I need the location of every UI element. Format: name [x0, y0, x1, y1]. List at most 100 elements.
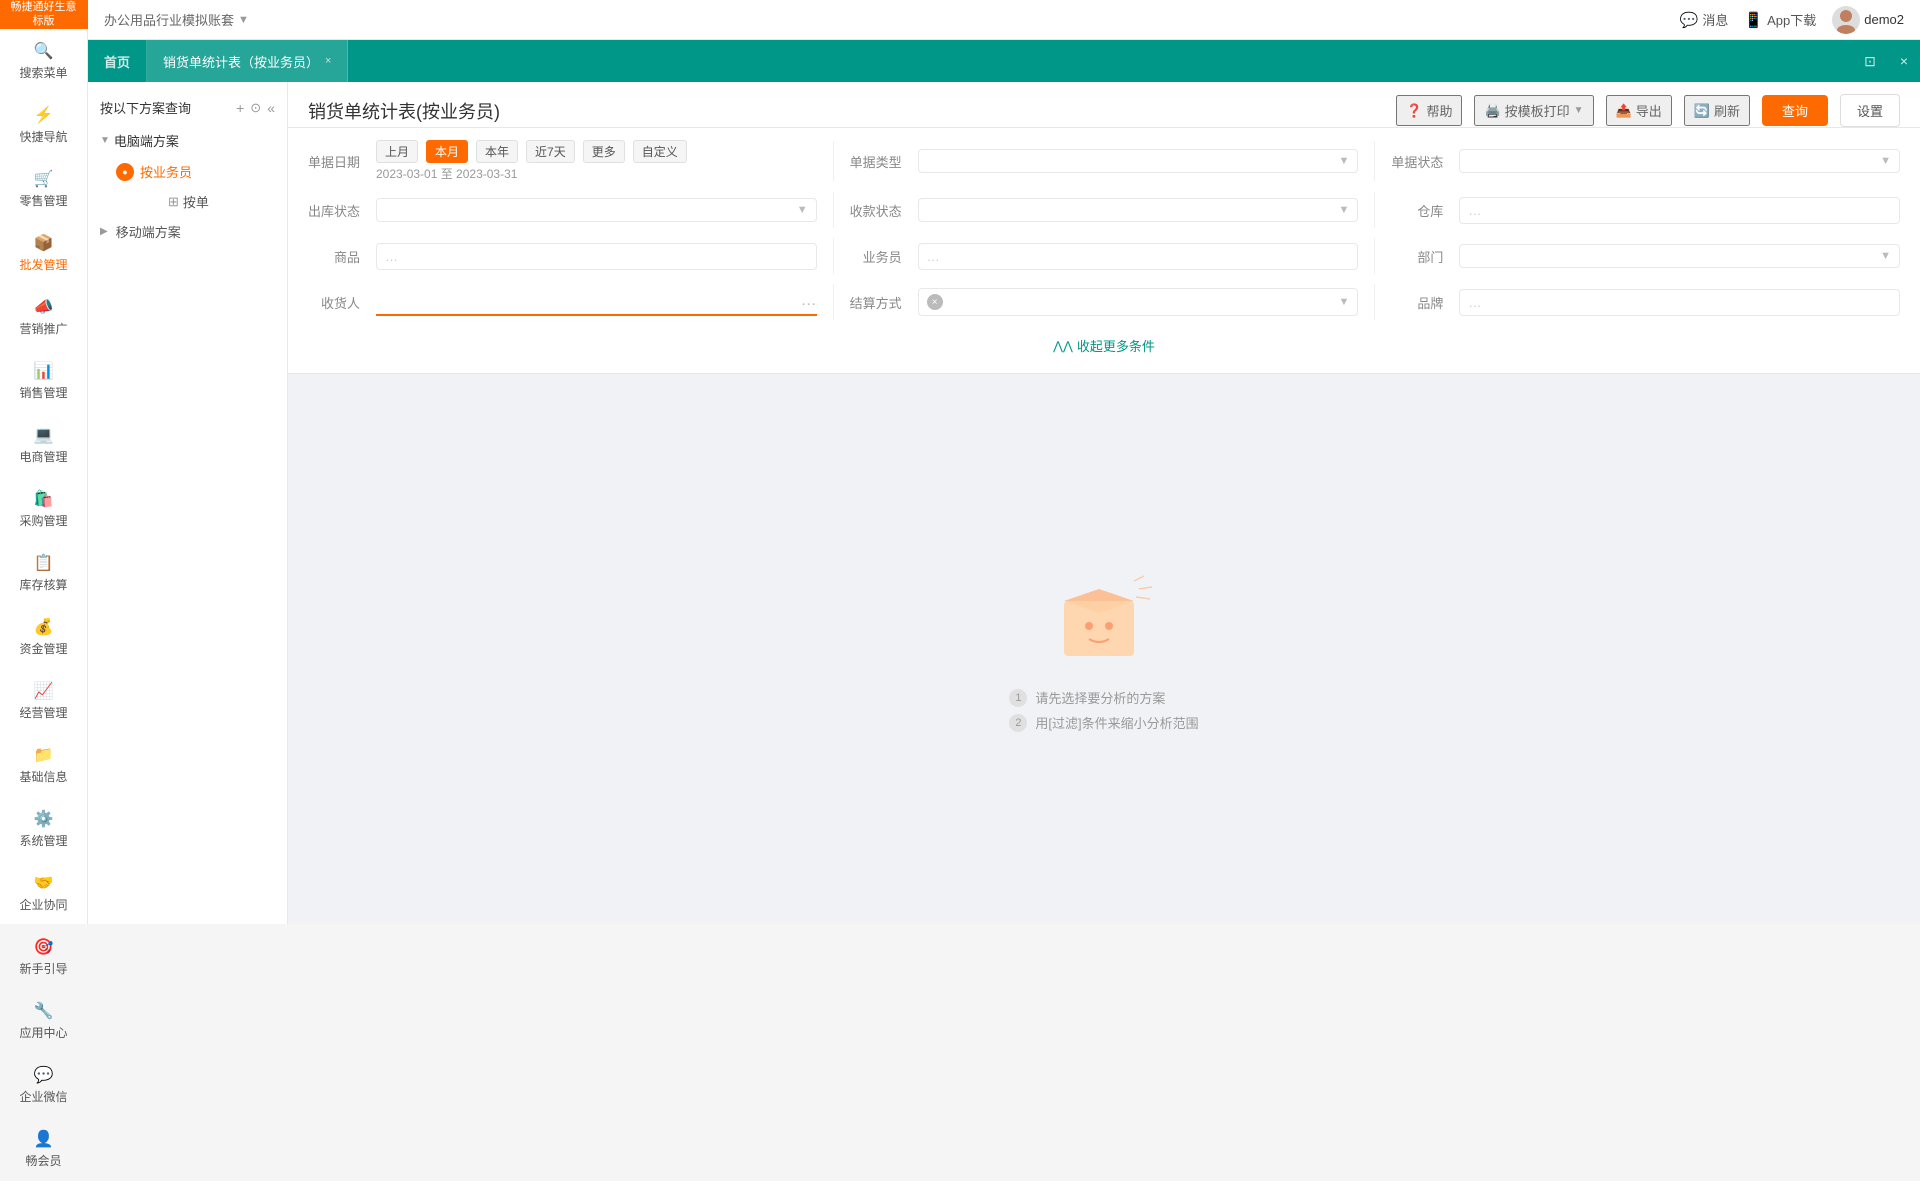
mobile-arrow-icon: ▶ — [100, 226, 108, 237]
edit-scheme-btn[interactable]: ⊙ — [250, 100, 261, 116]
warehouse-label: 仓库 — [1391, 201, 1451, 220]
last-month-btn[interactable]: 上月 — [376, 140, 418, 163]
collapse-btn[interactable]: ⋀⋀ 收起更多条件 — [308, 330, 1900, 361]
by-salesperson-scheme[interactable]: ● 按业务员 — [116, 156, 287, 187]
sub-schemes: ⊞ 按单 — [116, 187, 287, 216]
sidebar-item-ecommerce[interactable]: 💻 电商管理 — [0, 413, 87, 477]
tab-sales-stats[interactable]: 销货单统计表（按业务员） × — [147, 40, 348, 82]
desktop-group-item[interactable]: ▼ 电脑端方案 — [88, 125, 287, 156]
salesperson-dots: … — [927, 249, 1350, 264]
receiver-dots[interactable]: … — [801, 292, 817, 310]
sidebar-item-search[interactable]: 🔍 搜索菜单 — [0, 29, 87, 93]
refresh-icon: 🔄 — [1694, 103, 1710, 119]
sidebar-item-purchase[interactable]: 🛍️ 采购管理 — [0, 477, 87, 541]
sidebar-item-member[interactable]: 👤 畅会员 — [0, 1117, 87, 1181]
pay-status-select[interactable]: ▼ — [918, 198, 1359, 222]
settlement-select[interactable]: × ▼ — [918, 288, 1359, 316]
add-scheme-btn[interactable]: + — [236, 100, 244, 116]
filter-row-1: 单据日期 上月 本月 本年 近7天 更多 自定义 2023-03-01 至 20… — [308, 140, 1900, 182]
messages-btn[interactable]: 💬 消息 — [1680, 10, 1729, 29]
sidebar-item-label: 快捷导航 — [19, 128, 67, 145]
brand-select[interactable]: … — [1459, 289, 1900, 316]
query-button[interactable]: 查询 — [1762, 95, 1828, 126]
account-selector[interactable]: 办公用品行业模拟账套 ▼ — [104, 10, 1668, 29]
sidebar-item-wholesale[interactable]: 📦 批发管理 — [0, 221, 87, 285]
sidebar-item-guide[interactable]: 🎯 新手引导 — [0, 925, 87, 989]
sidebar: 畅捷通好生意 标版 🔍 搜索菜单 ⚡ 快捷导航 🛒 零售管理 📦 批发管理 📣 … — [0, 0, 88, 924]
user-profile[interactable]: demo2 — [1832, 6, 1904, 34]
receiver-label: 收货人 — [308, 293, 368, 312]
doc-status-arrow-icon: ▼ — [1880, 155, 1891, 167]
sidebar-item-system[interactable]: ⚙️ 系统管理 — [0, 797, 87, 861]
out-status-select[interactable]: ▼ — [376, 198, 817, 222]
filter-row-3: 商品 … 业务员 … 部门 — [308, 238, 1900, 274]
close-window-btn[interactable]: × — [1888, 40, 1920, 82]
settlement-arrow-icon: ▼ — [1338, 296, 1349, 308]
logo: 畅捷通好生意 标版 — [0, 0, 88, 29]
more-btn[interactable]: 更多 — [583, 140, 625, 163]
empty-step-2: 2 用[过滤]条件来缩小分析范围 — [1009, 713, 1198, 732]
sidebar-item-inventory[interactable]: 📋 库存核算 — [0, 541, 87, 605]
left-panel: 按以下方案查询 + ⊙ « ▼ 电脑端方案 ● 按业务员 — [88, 82, 288, 924]
username-label: demo2 — [1864, 12, 1904, 27]
sidebar-item-wechat[interactable]: 💬 企业微信 — [0, 1053, 87, 1117]
receiver-input-wrapper: … — [376, 288, 817, 316]
app-download-btn[interactable]: 📱 App下载 — [1744, 10, 1816, 29]
sidebar-item-operation[interactable]: 📈 经营管理 — [0, 669, 87, 733]
sidebar-item-appcenter[interactable]: 🔧 应用中心 — [0, 989, 87, 1053]
sidebar-item-label: 批发管理 — [19, 256, 67, 273]
export-btn[interactable]: 📤 导出 — [1606, 95, 1672, 126]
appcenter-icon: 🔧 — [34, 1001, 54, 1021]
retail-icon: 🛒 — [34, 169, 54, 189]
receiver-input[interactable] — [376, 294, 801, 309]
sidebar-item-label: 营销推广 — [19, 320, 67, 337]
sidebar-item-quicknav[interactable]: ⚡ 快捷导航 — [0, 93, 87, 157]
home-tab-label: 首页 — [104, 52, 130, 71]
setting-button[interactable]: 设置 — [1840, 94, 1900, 127]
salesperson-select[interactable]: … — [918, 243, 1359, 270]
dept-select[interactable]: ▼ — [1459, 244, 1900, 268]
this-year-btn[interactable]: 本年 — [476, 140, 518, 163]
this-month-btn[interactable]: 本月 — [426, 140, 468, 163]
doc-type-arrow-icon: ▼ — [1338, 155, 1349, 167]
sidebar-item-label: 新手引导 — [19, 960, 67, 977]
tab-home[interactable]: 首页 — [88, 40, 147, 82]
sidebar-item-marketing[interactable]: 📣 营销推广 — [0, 285, 87, 349]
wechat-icon: 💬 — [34, 1065, 54, 1085]
by-order-scheme[interactable]: ⊞ 按单 — [160, 187, 287, 216]
sidebar-item-label: 经营管理 — [19, 704, 67, 721]
warehouse-select[interactable]: … — [1459, 197, 1900, 224]
enterprise-icon: 🤝 — [34, 873, 54, 893]
member-icon: 👤 — [34, 1129, 54, 1149]
doc-status-select[interactable]: ▼ — [1459, 149, 1900, 173]
sidebar-item-basic[interactable]: 📁 基础信息 — [0, 733, 87, 797]
content-area: 按以下方案查询 + ⊙ « ▼ 电脑端方案 ● 按业务员 — [88, 82, 1920, 924]
account-name: 办公用品行业模拟账套 — [104, 10, 234, 29]
last7-btn[interactable]: 近7天 — [526, 140, 575, 163]
sidebar-item-sales[interactable]: 📊 销售管理 — [0, 349, 87, 413]
template-print-btn[interactable]: 🖨️ 按模板打印 ▼ — [1474, 95, 1593, 126]
tab-close-icon[interactable]: × — [325, 55, 331, 67]
filter-area: 单据日期 上月 本月 本年 近7天 更多 自定义 2023-03-01 至 20… — [288, 128, 1920, 374]
sidebar-item-enterprise[interactable]: 🤝 企业协同 — [0, 861, 87, 925]
out-status-label: 出库状态 — [308, 201, 368, 220]
settlement-tag-close[interactable]: × — [927, 294, 943, 310]
sidebar-item-retail[interactable]: 🛒 零售管理 — [0, 157, 87, 221]
topbar: 办公用品行业模拟账套 ▼ 💬 消息 📱 App下载 demo2 — [88, 0, 1920, 40]
doc-type-select[interactable]: ▼ — [918, 149, 1359, 173]
restore-window-btn[interactable]: ⊡ — [1852, 40, 1888, 82]
mobile-group-item[interactable]: ▶ 移动端方案 — [100, 216, 287, 247]
dept-label: 部门 — [1391, 247, 1451, 266]
purchase-icon: 🛍️ — [34, 489, 54, 509]
custom-btn[interactable]: 自定义 — [633, 140, 687, 163]
close-window-icon: × — [1900, 53, 1908, 69]
sidebar-item-label: 电商管理 — [19, 448, 67, 465]
help-label: 帮助 — [1426, 101, 1452, 120]
help-btn[interactable]: ❓ 帮助 — [1396, 95, 1462, 126]
refresh-btn[interactable]: 🔄 刷新 — [1684, 95, 1750, 126]
ecommerce-icon: 💻 — [34, 425, 54, 445]
date-label: 单据日期 — [308, 152, 368, 171]
collapse-panel-btn[interactable]: « — [267, 100, 275, 116]
goods-select[interactable]: … — [376, 243, 817, 270]
sidebar-item-finance[interactable]: 💰 资金管理 — [0, 605, 87, 669]
